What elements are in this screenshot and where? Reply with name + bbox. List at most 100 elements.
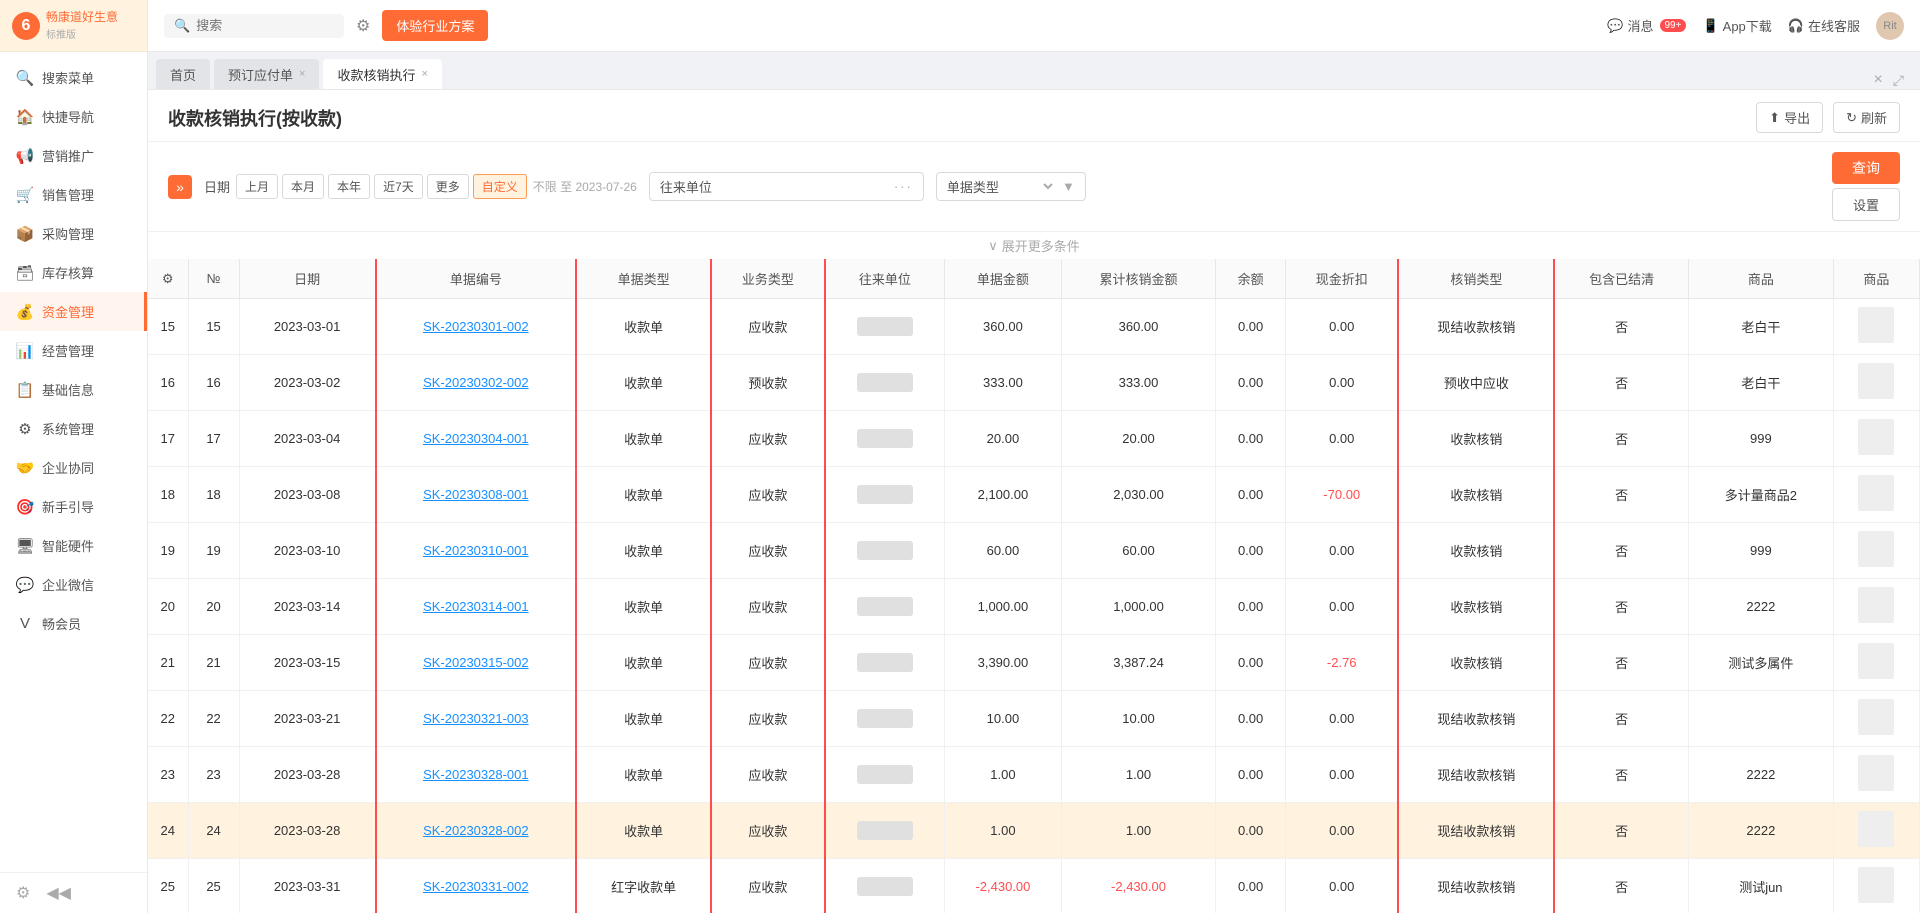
cell-amount-4: 60.00	[945, 523, 1062, 579]
cell-counterparty-0: ****	[825, 299, 945, 355]
sidebar-item-search-menu[interactable]: 🔍 搜索菜单	[0, 58, 147, 97]
filter-toggle-btn[interactable]: »	[168, 175, 192, 199]
cell-amount-9: 1.00	[945, 803, 1062, 859]
export-btn[interactable]: ⬆ 导出	[1756, 102, 1823, 133]
bill-no-link-3[interactable]: SK-20230308-001	[423, 487, 529, 502]
bill-no-link-5[interactable]: SK-20230314-001	[423, 599, 529, 614]
phone-icon: 📱	[1702, 18, 1718, 34]
cell-biztype-7: 应收款	[711, 691, 825, 747]
sidebar-item-inventory[interactable]: 🗃 库存核算	[0, 253, 147, 292]
cell-settled-6: 否	[1554, 635, 1688, 691]
sidebar-item-purchase[interactable]: 📦 采购管理	[0, 214, 147, 253]
bill-type-select[interactable]	[1009, 178, 1056, 195]
cell-goods-thumb-7	[1833, 691, 1919, 747]
sidebar-item-finance[interactable]: 💰 资金管理	[0, 292, 147, 331]
cell-billtype-9: 收款单	[576, 803, 711, 859]
date-7-days[interactable]: 近7天	[374, 174, 423, 199]
refresh-btn[interactable]: ↻ 刷新	[1833, 102, 1900, 133]
th-verify-type: 核销类型	[1398, 259, 1554, 299]
filter-bar: » 日期 上月 本月 本年 近7天 更多 自定义 不限 至 2023-07-26…	[148, 142, 1920, 232]
tab-prepay[interactable]: 预订应付单 ×	[214, 59, 319, 89]
sidebar-item-quick-nav[interactable]: 🏠 快捷导航	[0, 97, 147, 136]
table-row: 18 18 2023-03-08 SK-20230308-001 收款单 应收款…	[148, 467, 1920, 523]
app-download-btn[interactable]: 📱 App下载	[1702, 16, 1771, 35]
date-custom[interactable]: 自定义	[473, 174, 527, 199]
sidebar-item-system[interactable]: ⚙ 系统管理	[0, 409, 147, 448]
th-settings[interactable]: ⚙	[148, 259, 188, 299]
bill-no-link-0[interactable]: SK-20230301-002	[423, 319, 529, 334]
bill-no-link-6[interactable]: SK-20230315-002	[423, 655, 529, 670]
sidebar-item-corp[interactable]: 🤝 企业协同	[0, 448, 147, 487]
sidebar-item-member[interactable]: V 畅会员	[0, 604, 147, 643]
industry-solution-btn[interactable]: 体验行业方案	[382, 10, 488, 41]
date-range-text: 不限 至 2023-07-26	[533, 178, 637, 195]
maximize-icon[interactable]: ⤢	[1893, 72, 1904, 89]
cell-date-6: 2023-03-15	[239, 635, 375, 691]
cell-billtype-8: 收款单	[576, 747, 711, 803]
online-service-btn[interactable]: 🎧 在线客服	[1788, 16, 1860, 35]
bill-no-link-7[interactable]: SK-20230321-003	[423, 711, 529, 726]
sidebar-item-guide[interactable]: 🎯 新手引导	[0, 487, 147, 526]
quick-nav-label: 快捷导航	[42, 107, 94, 126]
bill-no-link-2[interactable]: SK-20230304-001	[423, 431, 529, 446]
goods-thumb-1	[1858, 363, 1894, 399]
sidebar-item-hardware[interactable]: 🖥 智能硬件	[0, 526, 147, 565]
search-input[interactable]	[196, 18, 334, 33]
close-window-icon[interactable]: ×	[1873, 71, 1882, 89]
goods-thumb-8	[1858, 755, 1894, 791]
inventory-icon: 🗃	[16, 264, 34, 282]
finance-label: 资金管理	[42, 302, 94, 321]
cell-date-7: 2023-03-21	[239, 691, 375, 747]
date-more[interactable]: 更多	[427, 174, 469, 199]
bill-no-link-10[interactable]: SK-20230331-002	[423, 879, 529, 894]
sidebar-item-marketing[interactable]: 📢 营销推广	[0, 136, 147, 175]
cell-billno-9: SK-20230328-002	[376, 803, 577, 859]
cell-billtype-6: 收款单	[576, 635, 711, 691]
th-counterparty: 往来单位	[825, 259, 945, 299]
cell-billtype-1: 收款单	[576, 355, 711, 411]
bill-no-link-4[interactable]: SK-20230310-001	[423, 543, 529, 558]
cell-date-8: 2023-03-28	[239, 747, 375, 803]
sidebar-item-operation[interactable]: 📊 经营管理	[0, 331, 147, 370]
tab-collection[interactable]: 收款核销执行 ×	[323, 59, 441, 89]
filter-settings-btn[interactable]: 设置	[1832, 188, 1900, 221]
cell-verifytype-7: 现结收款核销	[1398, 691, 1554, 747]
bill-no-link-9[interactable]: SK-20230328-002	[423, 823, 529, 838]
tab-prepay-close[interactable]: ×	[299, 68, 305, 80]
cell-billno-6: SK-20230315-002	[376, 635, 577, 691]
sidebar-settings-icon[interactable]: ⚙	[16, 883, 30, 903]
expand-more-bar[interactable]: ∨ 展开更多条件	[148, 232, 1920, 259]
counterparty-dots[interactable]: ···	[894, 179, 913, 194]
cell-goods-5: 2222	[1688, 579, 1833, 635]
table-row: 22 22 2023-03-21 SK-20230321-003 收款单 应收款…	[148, 691, 1920, 747]
cell-date-2: 2023-03-04	[239, 411, 375, 467]
cell-amount-3: 2,100.00	[945, 467, 1062, 523]
member-icon: V	[16, 615, 34, 633]
marketing-label: 营销推广	[42, 146, 94, 165]
user-avatar[interactable]: Rit	[1876, 12, 1904, 40]
sidebar-item-sales[interactable]: 🛒 销售管理	[0, 175, 147, 214]
bill-no-link-1[interactable]: SK-20230302-002	[423, 375, 529, 390]
app-download-label: App下载	[1723, 16, 1772, 35]
tab-collection-close[interactable]: ×	[421, 68, 427, 80]
cell-billno-10: SK-20230331-002	[376, 859, 577, 913]
sidebar-item-basic[interactable]: 📋 基础信息	[0, 370, 147, 409]
messages-btn[interactable]: 💬 消息 99+	[1607, 16, 1686, 35]
table-container: ⚙ № 日期 单据编号 单据类型 业务类型 往来单位 单据金额 累计核销金额 余…	[148, 259, 1920, 913]
query-btn[interactable]: 查询	[1832, 152, 1900, 184]
cell-verified-1: 333.00	[1061, 355, 1215, 411]
bill-no-link-8[interactable]: SK-20230328-001	[423, 767, 529, 782]
date-this-month[interactable]: 本月	[282, 174, 324, 199]
cell-goods-thumb-3	[1833, 467, 1919, 523]
sidebar-item-wechat[interactable]: 💬 企业微信	[0, 565, 147, 604]
topbar-gear-icon[interactable]: ⚙	[356, 16, 370, 36]
date-last-month[interactable]: 上月	[236, 174, 278, 199]
th-discount: 现金折扣	[1286, 259, 1399, 299]
th-amount: 单据金额	[945, 259, 1062, 299]
sidebar-collapse-icon[interactable]: ◀◀	[46, 883, 71, 903]
cell-balance-10: 0.00	[1216, 859, 1286, 913]
counterparty-input[interactable]	[718, 179, 894, 194]
tab-home[interactable]: 首页	[156, 59, 210, 89]
cell-no-6: 21	[148, 635, 188, 691]
date-this-year[interactable]: 本年	[328, 174, 370, 199]
